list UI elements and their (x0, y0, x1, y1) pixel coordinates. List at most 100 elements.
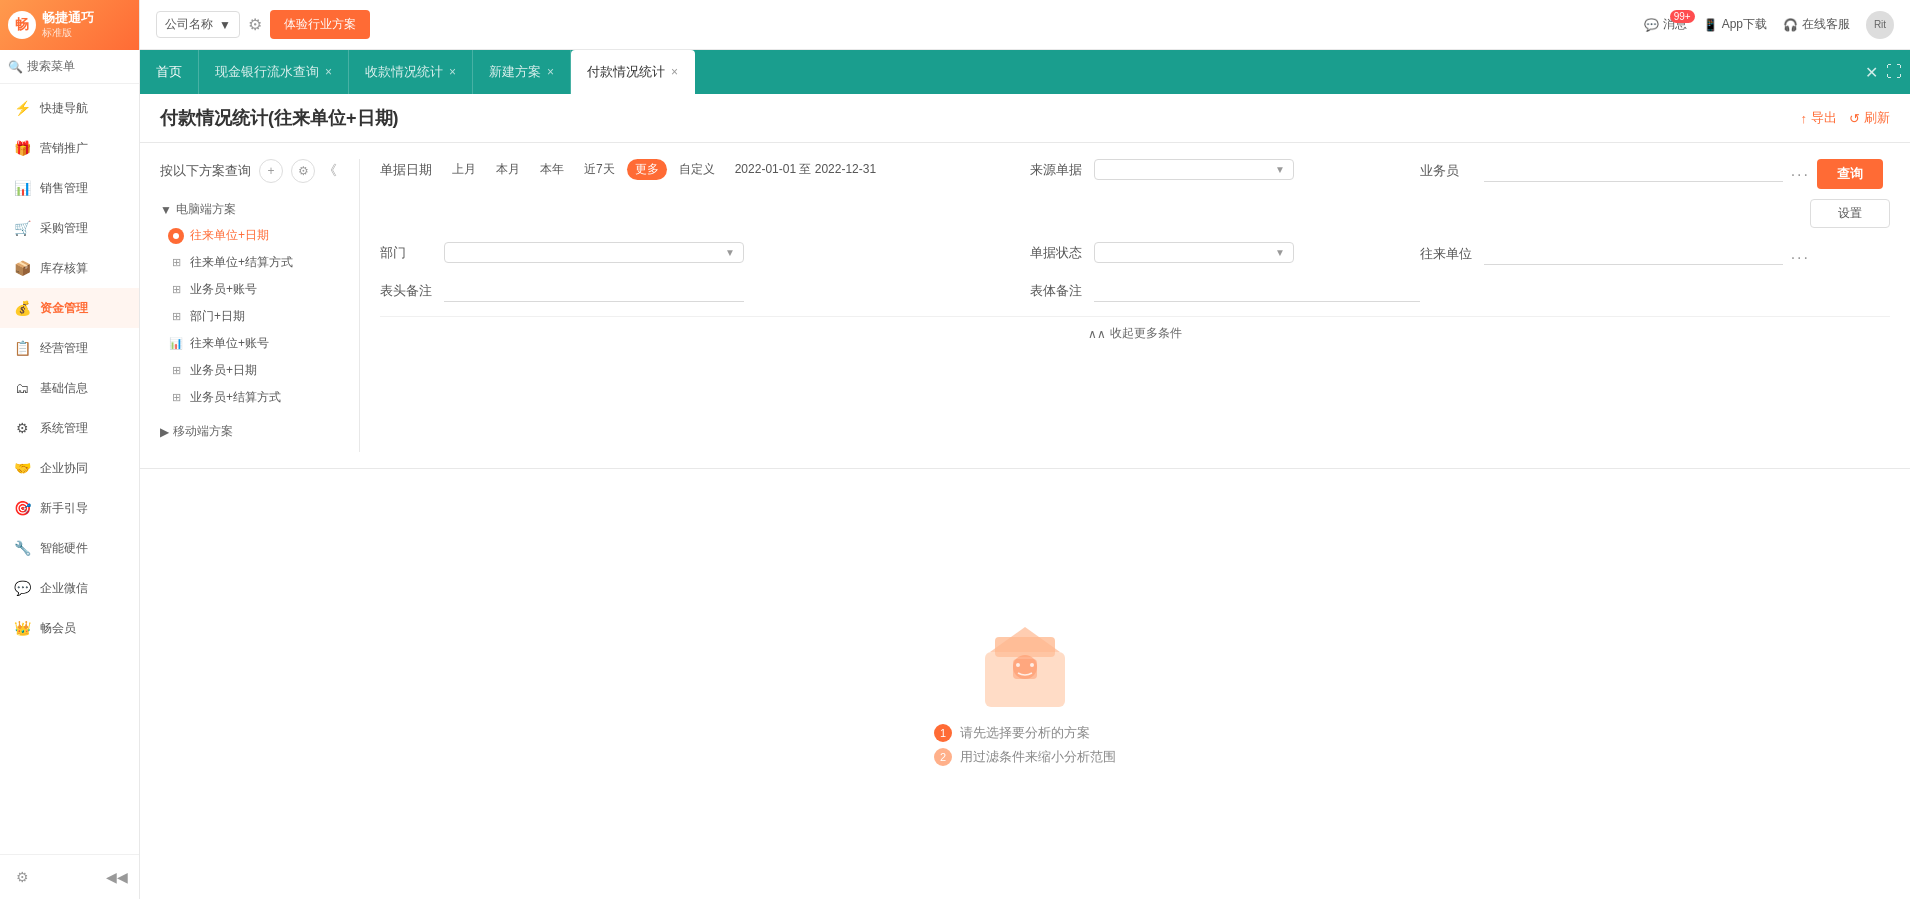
sidebar-item-wechat[interactable]: 💬 企业微信 (0, 568, 139, 608)
collapse-more-button[interactable]: ∧∧ 收起更多条件 (380, 316, 1890, 350)
tab-fullscreen-icon[interactable]: ⛶ (1886, 63, 1902, 81)
settings-button[interactable]: 设置 (1810, 199, 1890, 228)
search-menu[interactable]: 🔍 搜索菜单 (0, 50, 139, 84)
refresh-icon: ↺ (1849, 111, 1860, 126)
sidebar-item-guide[interactable]: 🎯 新手引导 (0, 488, 139, 528)
custom-option[interactable]: 自定义 (671, 159, 723, 180)
system-icon: ⚙ (12, 418, 32, 438)
user-avatar[interactable]: Rit (1866, 11, 1894, 39)
scheme-settings-button[interactable]: ⚙ (291, 159, 315, 183)
export-button[interactable]: ↑ 导出 (1801, 109, 1838, 127)
sidebar-item-basic-info[interactable]: 🗂 基础信息 (0, 368, 139, 408)
tab-close-new-scheme[interactable]: × (547, 65, 554, 79)
tab-close-receivable[interactable]: × (449, 65, 456, 79)
tab-payable[interactable]: 付款情况统计 × (571, 50, 695, 94)
scheme-item-unit-account[interactable]: 📊 往来单位+账号 (160, 330, 343, 357)
footer-settings-icon[interactable]: ⚙ (8, 863, 36, 891)
salesperson-input[interactable] (1484, 159, 1783, 182)
svg-rect-4 (1013, 659, 1037, 679)
sidebar-item-hardware[interactable]: 🔧 智能硬件 (0, 528, 139, 568)
sidebar-title: 畅捷通巧 (42, 10, 94, 26)
scheme-item-unit-date[interactable]: 往来单位+日期 (160, 222, 343, 249)
filter-layout: 按以下方案查询 + ⚙ 《 ▼ (160, 159, 1890, 452)
this-month-option[interactable]: 本月 (488, 159, 528, 180)
this-year-option[interactable]: 本年 (532, 159, 572, 180)
tab-home[interactable]: 首页 (140, 50, 199, 94)
sidebar-item-enterprise[interactable]: 🤝 企业协同 (0, 448, 139, 488)
body-note-label: 表体备注 (1030, 282, 1086, 300)
add-scheme-button[interactable]: + (259, 159, 283, 183)
source-voucher-select[interactable]: ▼ (1094, 159, 1294, 180)
voucher-date-label: 单据日期 (380, 161, 436, 179)
page-header: 付款情况统计(往来单位+日期) ↑ 导出 ↺ 刷新 (140, 94, 1910, 143)
sidebar-item-finance[interactable]: 💰 资金管理 (0, 288, 139, 328)
basic-info-icon: 🗂 (12, 378, 32, 398)
empty-illustration (965, 602, 1085, 712)
dropdown-icon: ▼ (219, 18, 231, 32)
sales-icon: 📊 (12, 178, 32, 198)
tab-close-all-icon[interactable]: ✕ (1865, 63, 1878, 82)
more-option[interactable]: 更多 (627, 159, 667, 180)
header-note-input[interactable] (444, 279, 744, 302)
date-group: 单据日期 上月 本月 本年 近7天 更多 自定义 2022-01-01 至 20… (380, 159, 1030, 180)
topbar-settings-icon[interactable]: ⚙ (248, 15, 262, 34)
filter-panel: 按以下方案查询 + ⚙ 《 ▼ (140, 143, 1910, 469)
sidebar-item-inventory[interactable]: 📦 库存核算 (0, 248, 139, 288)
voucher-status-select[interactable]: ▼ (1094, 242, 1294, 263)
partner-input[interactable] (1484, 242, 1783, 265)
salesperson-group: 业务员 ... (1420, 159, 1810, 182)
last-month-option[interactable]: 上月 (444, 159, 484, 180)
scheme-item-unit-payment[interactable]: ⊞ 往来单位+结算方式 (160, 249, 343, 276)
scheme-item-staff-payment[interactable]: ⊞ 业务员+结算方式 (160, 384, 343, 411)
scheme-collapse-button[interactable]: 《 (323, 162, 337, 180)
refresh-button[interactable]: ↺ 刷新 (1849, 109, 1890, 127)
main-area: 公司名称 ▼ ⚙ 体验行业方案 💬 消息 99+ 📱 App下载 🎧 在线客服 … (140, 0, 1910, 899)
export-icon: ↑ (1801, 111, 1808, 126)
department-select[interactable]: ▼ (444, 242, 744, 263)
scheme-table-icon-5: ⊞ (168, 390, 184, 406)
operations-icon: 📋 (12, 338, 32, 358)
sidebar-header: 畅 畅捷通巧 标准版 (0, 0, 139, 50)
sidebar-item-sales[interactable]: 📊 销售管理 (0, 168, 139, 208)
sidebar: 畅 畅捷通巧 标准版 🔍 搜索菜单 ⚡ 快捷导航 🎁 营销推广 📊 销售管理 🛒… (0, 0, 140, 899)
tab-bank-flow[interactable]: 现金银行流水查询 × (199, 50, 349, 94)
filter-fields: 单据日期 上月 本月 本年 近7天 更多 自定义 2022-01-01 至 20… (360, 159, 1890, 452)
sidebar-item-marketing[interactable]: 🎁 营销推广 (0, 128, 139, 168)
trial-industry-button[interactable]: 体验行业方案 (270, 10, 370, 39)
tab-close-payable[interactable]: × (671, 65, 678, 79)
messages-button[interactable]: 💬 消息 99+ (1644, 16, 1687, 33)
sidebar-brand: 畅捷通巧 标准版 (42, 10, 94, 40)
sidebar-item-member[interactable]: 👑 畅会员 (0, 608, 139, 648)
sidebar-item-purchase[interactable]: 🛒 采购管理 (0, 208, 139, 248)
sidebar-item-quick-nav[interactable]: ⚡ 快捷导航 (0, 88, 139, 128)
collapse-up-icon: ∧∧ (1088, 327, 1106, 341)
last-7-days-option[interactable]: 近7天 (576, 159, 623, 180)
page-actions: ↑ 导出 ↺ 刷新 (1801, 109, 1891, 127)
query-button[interactable]: 查询 (1817, 159, 1883, 189)
sidebar-item-operations[interactable]: 📋 经营管理 (0, 328, 139, 368)
sidebar-collapse-icon[interactable]: ◀◀ (103, 863, 131, 891)
date-options: 上月 本月 本年 近7天 更多 自定义 (444, 159, 723, 180)
status-select-arrow: ▼ (1275, 247, 1285, 258)
app-download-button[interactable]: 📱 App下载 (1703, 16, 1767, 33)
scheme-item-dept-date[interactable]: ⊞ 部门+日期 (160, 303, 343, 330)
body-note-input[interactable] (1094, 279, 1420, 302)
body-note-group: 表体备注 (1030, 279, 1420, 302)
mobile-section-title[interactable]: ▶ 移动端方案 (160, 419, 343, 444)
tab-new-scheme[interactable]: 新建方案 × (473, 50, 571, 94)
member-icon: 👑 (12, 618, 32, 638)
online-service-button[interactable]: 🎧 在线客服 (1783, 16, 1850, 33)
partner-dots[interactable]: ... (1791, 245, 1810, 263)
scheme-item-staff-account[interactable]: ⊞ 业务员+账号 (160, 276, 343, 303)
scheme-item-staff-date[interactable]: ⊞ 业务员+日期 (160, 357, 343, 384)
scheme-table-icon-3: ⊞ (168, 309, 184, 325)
filter-header: 按以下方案查询 + ⚙ 《 (160, 159, 343, 183)
tab-close-bank-flow[interactable]: × (325, 65, 332, 79)
sidebar-item-system[interactable]: ⚙ 系统管理 (0, 408, 139, 448)
salesperson-dots[interactable]: ... (1791, 162, 1810, 180)
scheme-panel: 按以下方案查询 + ⚙ 《 ▼ (160, 159, 360, 452)
scheme-table-icon-1: ⊞ (168, 255, 184, 271)
desktop-section-title[interactable]: ▼ 电脑端方案 (160, 197, 343, 222)
company-selector[interactable]: 公司名称 ▼ (156, 11, 240, 38)
tab-receivable[interactable]: 收款情况统计 × (349, 50, 473, 94)
